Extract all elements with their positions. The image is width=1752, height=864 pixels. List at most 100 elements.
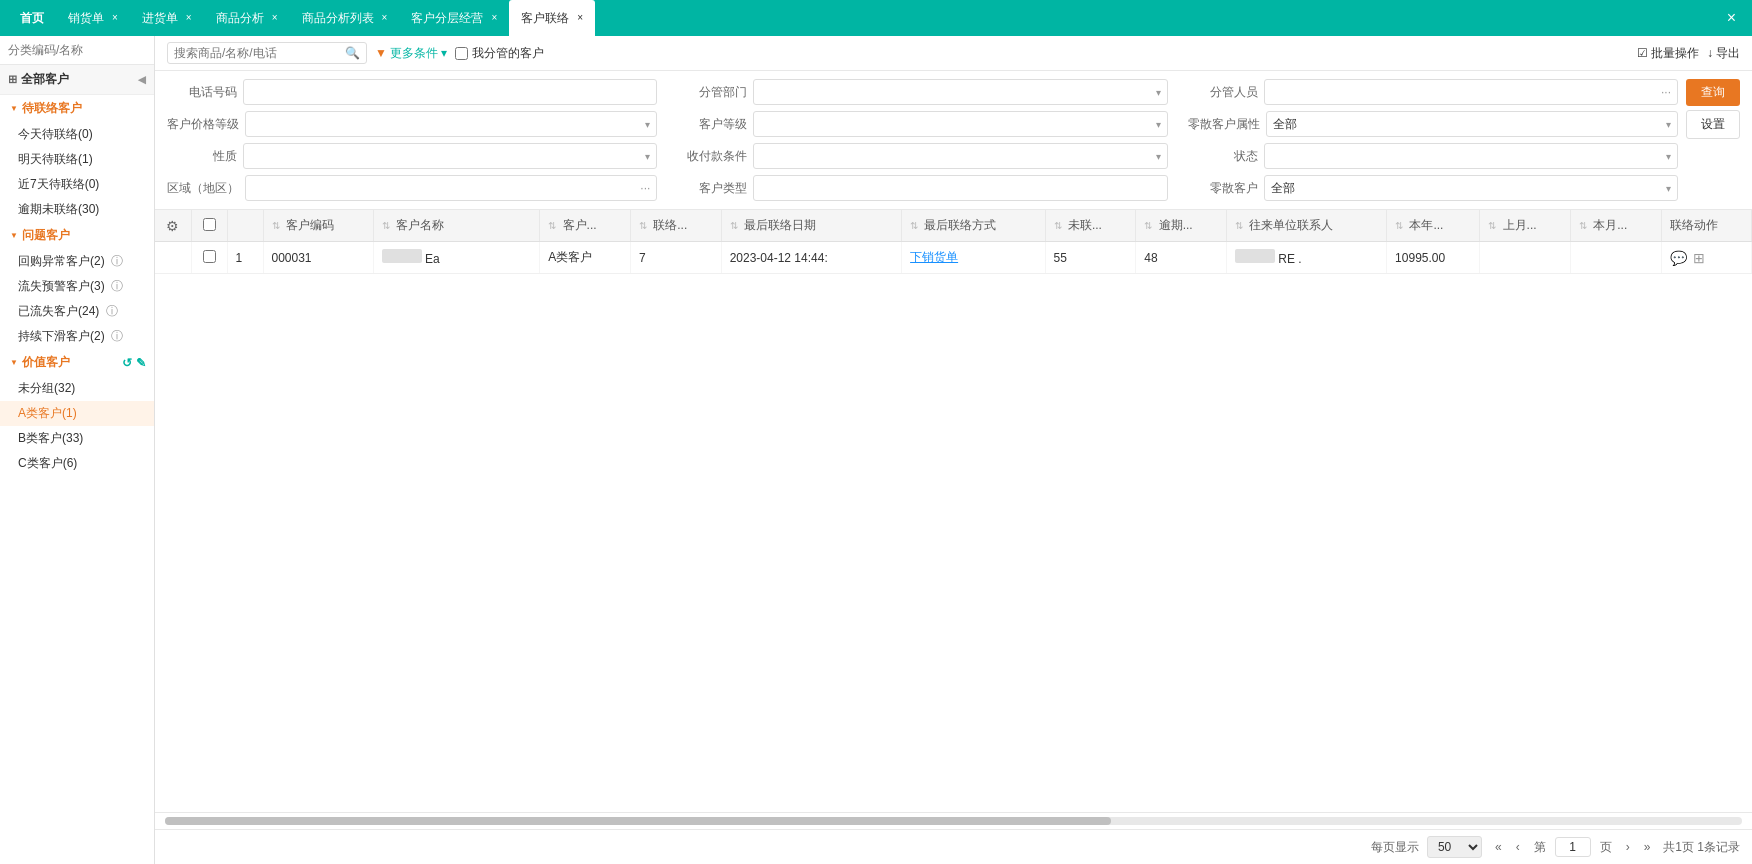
share-action-icon[interactable]: ⊞ xyxy=(1693,250,1705,266)
code-sort-icon[interactable]: ⇅ xyxy=(272,220,280,231)
gear-icon[interactable]: ⚙ xyxy=(166,218,179,234)
contact-sort-icon[interactable]: ⇅ xyxy=(639,220,647,231)
row-this-year: 10995.00 xyxy=(1387,242,1480,274)
hist-contact-sort-icon[interactable]: ⇅ xyxy=(1235,220,1243,231)
last-page-btn[interactable]: » xyxy=(1639,838,1656,856)
last-method-link[interactable]: 下销货单 xyxy=(910,250,958,264)
region-filter: 区域（地区） ··· xyxy=(167,175,657,201)
last-month-sort-icon[interactable]: ⇅ xyxy=(1488,220,1496,231)
price-grade-filter: 客户价格等级 ▾ xyxy=(167,111,657,137)
nav-customer-contact-close[interactable]: × xyxy=(577,0,583,36)
unclassified-item[interactable]: 未分组(32) xyxy=(0,376,154,401)
nav-goods-list-close[interactable]: × xyxy=(382,0,388,36)
a-class-item[interactable]: A类客户(1) xyxy=(0,401,154,426)
last-date-col-header: ⇅ 最后联络日期 xyxy=(721,210,901,242)
customer-grade-select[interactable]: ▾ xyxy=(753,111,1167,137)
b-class-item[interactable]: B类客户(33) xyxy=(0,426,154,451)
wait-contact-title[interactable]: ▼ 待联络客户 xyxy=(0,95,154,122)
nav-sales[interactable]: 销货单 × xyxy=(56,0,130,36)
page-num-input[interactable] xyxy=(1555,837,1591,857)
last-date-sort-icon[interactable]: ⇅ xyxy=(730,220,738,231)
c-class-item[interactable]: C类客户(6) xyxy=(0,451,154,476)
row-last-method: 下销货单 xyxy=(902,242,1045,274)
page-size-select[interactable]: 50 10 20 100 xyxy=(1427,836,1482,858)
query-btn[interactable]: 查询 xyxy=(1686,79,1740,106)
overdue-sort-icon[interactable]: ⇅ xyxy=(1144,220,1152,231)
this-year-sort-icon[interactable]: ⇅ xyxy=(1395,220,1403,231)
first-page-btn[interactable]: « xyxy=(1490,838,1507,856)
payment-select[interactable]: ▾ xyxy=(753,143,1167,169)
row-select-checkbox[interactable] xyxy=(203,250,216,263)
value-customer-title[interactable]: ▼ 价值客户 ↺ ✎ xyxy=(0,349,154,376)
name-sort-icon[interactable]: ⇅ xyxy=(382,220,390,231)
last-method-sort-icon[interactable]: ⇅ xyxy=(910,220,918,231)
retail-customer-arrow: ▾ xyxy=(1666,183,1671,194)
code-col-header: ⇅ 客户编码 xyxy=(263,210,373,242)
this-month-col-header: ⇅ 本月... xyxy=(1570,210,1661,242)
phone-input[interactable] xyxy=(243,79,657,105)
name-masked xyxy=(382,249,422,263)
nav-goods-list[interactable]: 商品分析列表 × xyxy=(290,0,400,36)
horizontal-scroll-wrapper xyxy=(155,812,1752,829)
nature-select[interactable]: ▾ xyxy=(243,143,657,169)
status-label: 状态 xyxy=(1188,148,1258,165)
batch-op-btn[interactable]: ☑ 批量操作 xyxy=(1637,45,1699,62)
week-contact-item[interactable]: 近7天待联络(0) xyxy=(0,172,154,197)
manager-input[interactable]: ··· xyxy=(1264,79,1678,105)
content-area: 🔍 ▼ 更多条件 ▾ 我分管的客户 ☑ 批量操作 ↓ 导出 xyxy=(155,36,1752,864)
set-btn[interactable]: 设置 xyxy=(1686,110,1740,139)
already-lost-item[interactable]: 已流失客户(24) ⓘ xyxy=(0,299,154,324)
nav-home[interactable]: 首页 xyxy=(8,0,56,36)
nav-customer-layer-close[interactable]: × xyxy=(491,0,497,36)
all-customers-label: 全部客户 xyxy=(21,71,69,88)
lost-warning-item[interactable]: 流失预警客户(3) ⓘ xyxy=(0,274,154,299)
nav-goods-analysis[interactable]: 商品分析 × xyxy=(204,0,290,36)
nav-customer-contact[interactable]: 客户联络 × xyxy=(509,0,595,36)
problem-customer-label: 问题客户 xyxy=(22,227,70,244)
nav-goods-analysis-close[interactable]: × xyxy=(272,0,278,36)
declining-item[interactable]: 持续下滑客户(2) ⓘ xyxy=(0,324,154,349)
status-select[interactable]: ▾ xyxy=(1264,143,1678,169)
hist-contact-col-header: ⇅ 往来单位联系人 xyxy=(1227,210,1387,242)
filter-search-input[interactable] xyxy=(174,46,345,60)
value-customer-actions: ↺ ✎ xyxy=(122,356,146,370)
repurchase-abnormal-item[interactable]: 回购异常客户(2) ⓘ xyxy=(0,249,154,274)
refresh-icon[interactable]: ↺ xyxy=(122,356,132,370)
nav-customer-layer[interactable]: 客户分层经营 × xyxy=(399,0,509,36)
price-grade-select[interactable]: ▾ xyxy=(245,111,657,137)
nav-purchase-close[interactable]: × xyxy=(186,0,192,36)
row-name: Ea xyxy=(373,242,540,274)
retail-attr-select[interactable]: 全部 ▾ xyxy=(1266,111,1678,137)
my-customer-checkbox[interactable]: 我分管的客户 xyxy=(455,45,544,62)
my-customer-check[interactable] xyxy=(455,47,468,60)
customer-type-input[interactable] xyxy=(753,175,1167,201)
prev-page-btn[interactable]: ‹ xyxy=(1511,838,1525,856)
tomorrow-contact-item[interactable]: 明天待联络(1) xyxy=(0,147,154,172)
message-action-icon[interactable]: 💬 xyxy=(1670,250,1687,266)
export-btn[interactable]: ↓ 导出 xyxy=(1707,45,1740,62)
retail-customer-select[interactable]: 全部 ▾ xyxy=(1264,175,1678,201)
no-contact-sort-icon[interactable]: ⇅ xyxy=(1054,220,1062,231)
filter-search-icon[interactable]: 🔍 xyxy=(345,46,360,60)
select-all-checkbox[interactable] xyxy=(203,218,216,231)
row-checkbox xyxy=(191,242,227,274)
more-filter-btn[interactable]: ▼ 更多条件 ▾ xyxy=(375,45,447,62)
problem-customer-title[interactable]: ▼ 问题客户 xyxy=(0,222,154,249)
price-grade-arrow: ▾ xyxy=(645,119,650,130)
region-input[interactable]: ··· xyxy=(245,175,657,201)
global-close-btn[interactable]: × xyxy=(1719,9,1744,27)
dept-select[interactable]: ▾ xyxy=(753,79,1167,105)
scroll-thumb[interactable] xyxy=(165,817,1111,825)
sidebar-collapse-btn[interactable]: ◀ xyxy=(138,74,146,85)
today-contact-item[interactable]: 今天待联络(0) xyxy=(0,122,154,147)
action-col-header: 联络动作 xyxy=(1661,210,1751,242)
sidebar-search-input[interactable] xyxy=(8,43,155,57)
overdue-contact-item[interactable]: 逾期未联络(30) xyxy=(0,197,154,222)
type-sort-icon[interactable]: ⇅ xyxy=(548,220,556,231)
all-customers-header[interactable]: ⊞ 全部客户 ◀ xyxy=(0,65,154,95)
edit-icon[interactable]: ✎ xyxy=(136,356,146,370)
this-month-sort-icon[interactable]: ⇅ xyxy=(1579,220,1587,231)
nav-purchase[interactable]: 进货单 × xyxy=(130,0,204,36)
nav-sales-close[interactable]: × xyxy=(112,0,118,36)
next-page-btn[interactable]: › xyxy=(1621,838,1635,856)
